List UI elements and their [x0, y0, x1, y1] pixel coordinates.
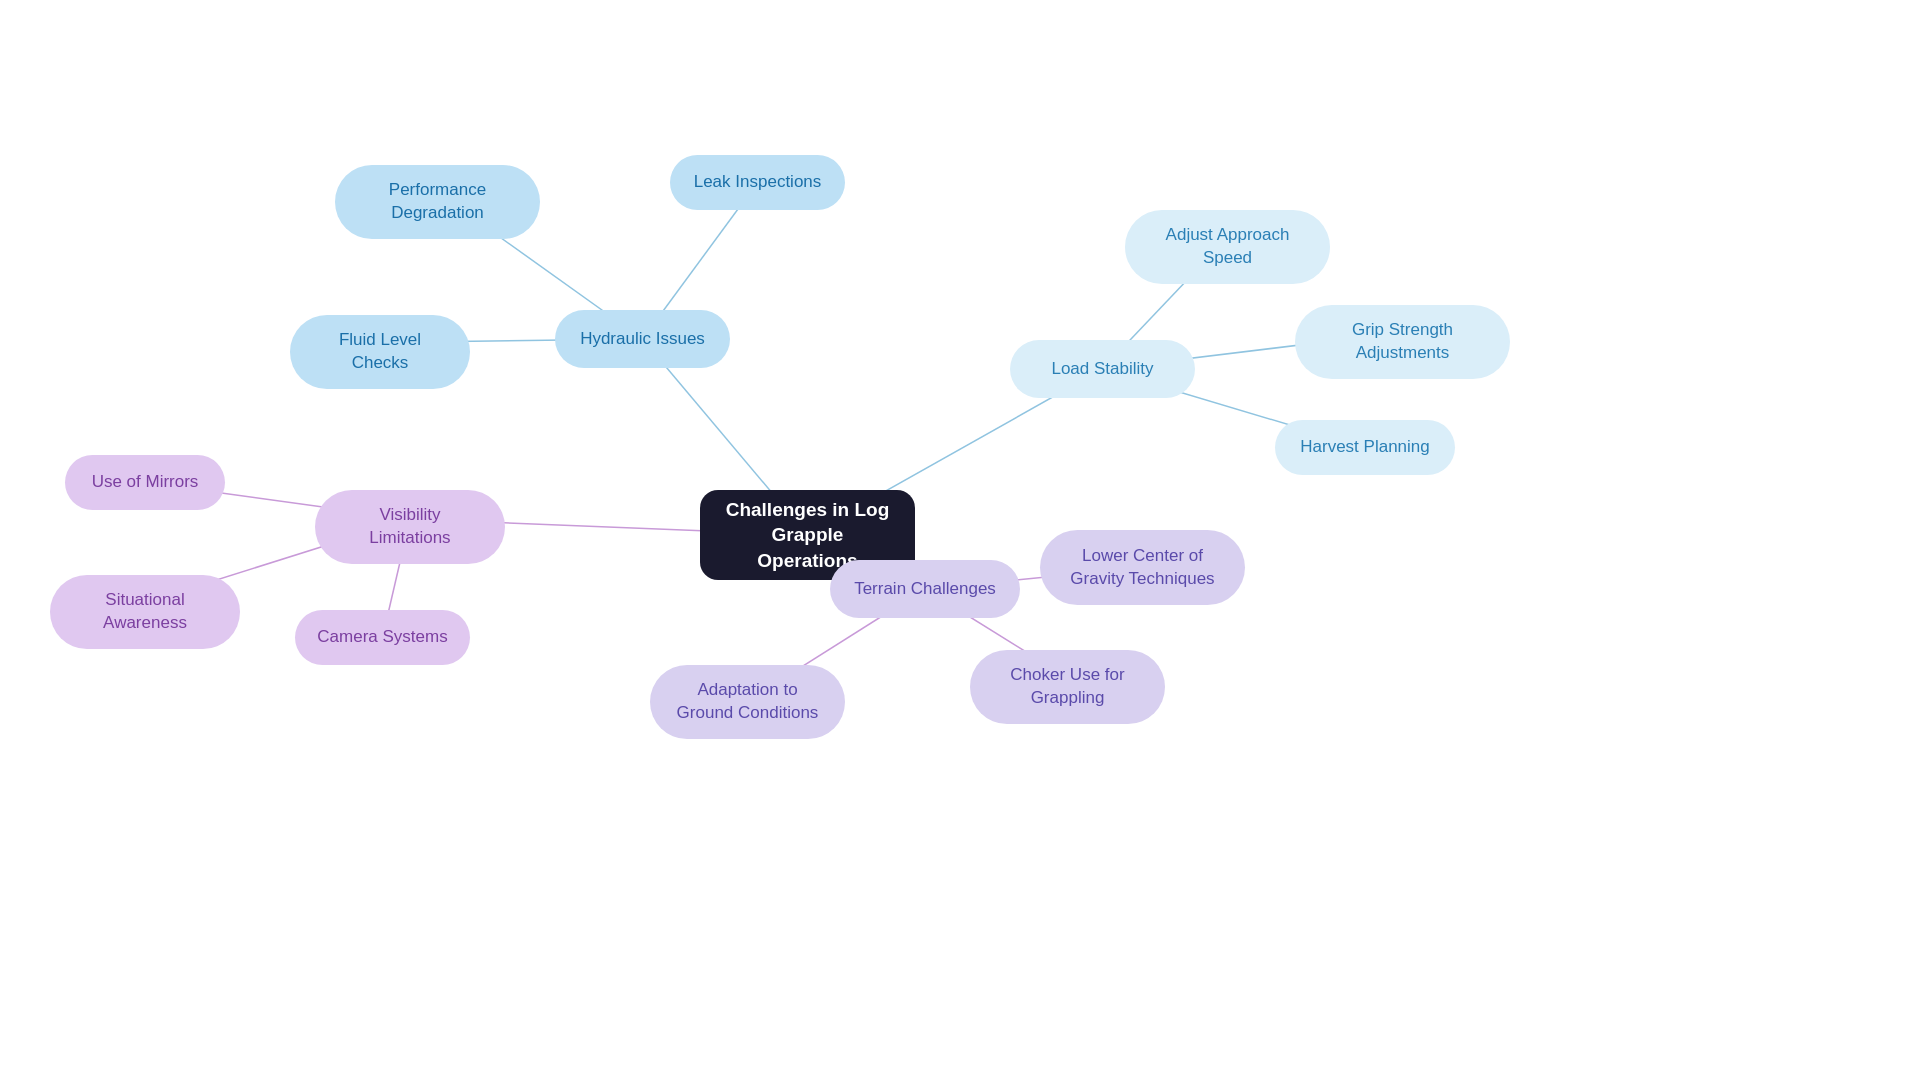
node-adjust_approach_speed: Adjust Approach Speed: [1125, 210, 1330, 284]
node-hydraulic_issues: Hydraulic Issues: [555, 310, 730, 368]
node-adaptation_ground: Adaptation to Ground Conditions: [650, 665, 845, 739]
node-lower_center_gravity: Lower Center of Gravity Techniques: [1040, 530, 1245, 605]
node-harvest_planning: Harvest Planning: [1275, 420, 1455, 475]
node-use_of_mirrors: Use of Mirrors: [65, 455, 225, 510]
node-terrain_challenges: Terrain Challenges: [830, 560, 1020, 618]
connections-svg: [0, 0, 1920, 1083]
node-performance_degradation: Performance Degradation: [335, 165, 540, 239]
node-situational_awareness: Situational Awareness: [50, 575, 240, 649]
node-visibility_limitations: Visibility Limitations: [315, 490, 505, 564]
node-load_stability: Load Stability: [1010, 340, 1195, 398]
mindmap-container: Challenges in Log Grapple OperationsHydr…: [0, 0, 1920, 1083]
node-camera_systems: Camera Systems: [295, 610, 470, 665]
node-fluid_level_checks: Fluid Level Checks: [290, 315, 470, 389]
node-choker_use: Choker Use for Grappling: [970, 650, 1165, 724]
node-leak_inspections: Leak Inspections: [670, 155, 845, 210]
node-grip_strength_adjustments: Grip Strength Adjustments: [1295, 305, 1510, 379]
